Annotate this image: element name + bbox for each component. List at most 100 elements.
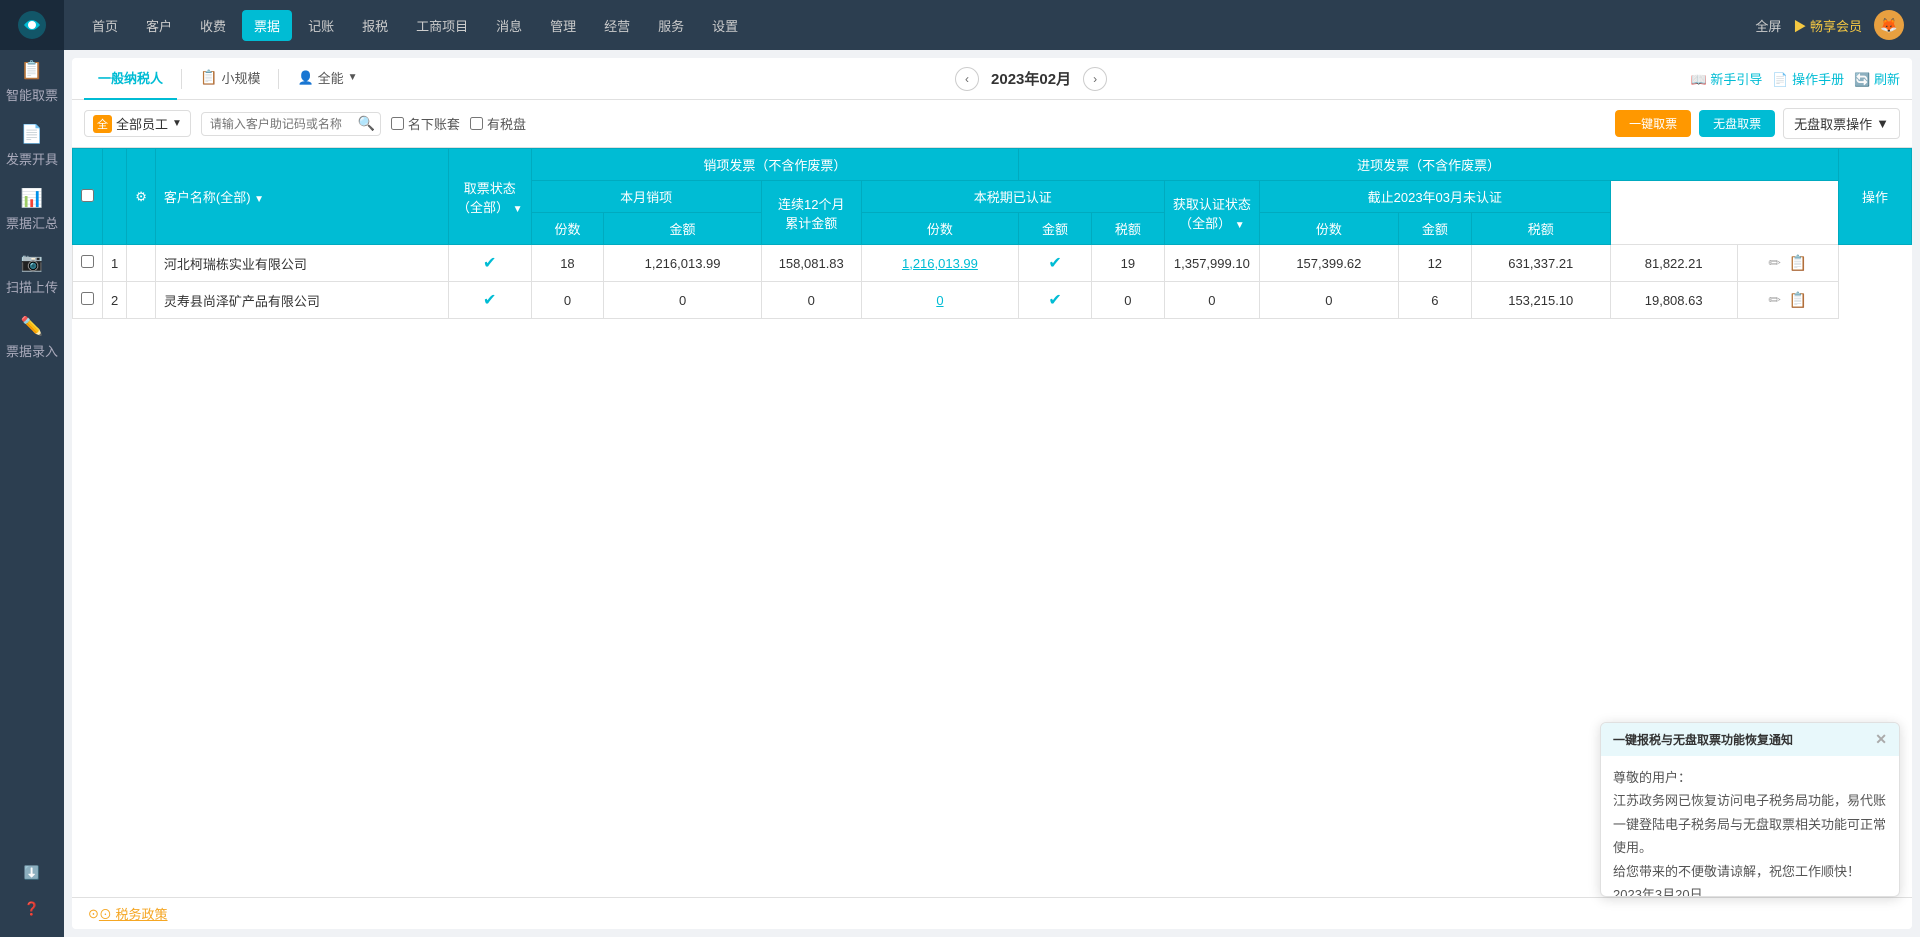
- employee-tag: 全: [93, 115, 112, 133]
- no-disk-fetch-button[interactable]: 无盘取票: [1699, 110, 1775, 137]
- tab-general[interactable]: 一般纳税人: [84, 58, 177, 100]
- new-guide-link[interactable]: 📖 新手引导: [1691, 69, 1763, 88]
- nav-revenue[interactable]: 收费: [188, 10, 238, 41]
- th-checkbox: [73, 149, 103, 245]
- nav-operation[interactable]: 经营: [592, 10, 642, 41]
- all-icon: 👤: [297, 70, 313, 86]
- nav-service[interactable]: 服务: [646, 10, 696, 41]
- th-action: 操作: [1839, 149, 1912, 245]
- sidebar-item-download[interactable]: ⬇️: [0, 855, 64, 891]
- fetch-filter-icon: ▼: [513, 204, 523, 215]
- account-checkbox-label[interactable]: 名下账套: [391, 114, 460, 133]
- row2-fetch-check-icon: ✔: [483, 292, 496, 309]
- ops-chevron-icon: ▼: [1876, 116, 1889, 131]
- smart-fetch-icon: 📋: [21, 60, 43, 81]
- row1-sales-amount: 1,216,013.99: [604, 245, 761, 282]
- notification-title: 一键报税与无盘取票功能恢复通知: [1613, 731, 1793, 748]
- row2-accum12[interactable]: 0: [861, 282, 1018, 319]
- sidebar-item-help[interactable]: ❓: [0, 891, 64, 927]
- next-period-button[interactable]: ›: [1083, 67, 1107, 91]
- th-unverify-amount: 金额: [1398, 213, 1471, 245]
- issue-invoice-icon: 📄: [21, 124, 43, 145]
- row2-fetch-status: ✔: [448, 282, 531, 319]
- search-wrap: 🔍: [201, 112, 381, 136]
- bottom-bar[interactable]: ⊙ ⊙ 税务政策: [72, 897, 1912, 929]
- row2-checkbox[interactable]: [73, 282, 103, 319]
- no-disk-ops-button[interactable]: 无盘取票操作 ▼: [1783, 108, 1900, 139]
- tab-all[interactable]: 👤 全能 ▼: [283, 58, 371, 100]
- fullscreen-btn[interactable]: 全屏: [1755, 16, 1781, 35]
- tab-small[interactable]: 📋 小规模: [186, 58, 274, 100]
- row2-unverify-count: 6: [1398, 282, 1471, 319]
- row2-unverify-tax: 19,808.63: [1610, 282, 1737, 319]
- tax-policy-icon: ⊙: [88, 906, 99, 922]
- row2-verify-status: ✔: [1019, 282, 1092, 319]
- tax-policy-link[interactable]: ⊙ 税务政策: [99, 904, 168, 923]
- row1-name: 河北柯瑞栋实业有限公司: [155, 245, 448, 282]
- row1-accum12[interactable]: 1,216,013.99: [861, 245, 1018, 282]
- refresh-icon: 🔄: [1854, 72, 1870, 87]
- nav-tax[interactable]: 报税: [350, 10, 400, 41]
- tab-bar-center: ‹ 2023年02月 ›: [372, 67, 1691, 91]
- member-btn[interactable]: ▶ 畅享会员: [1793, 16, 1862, 35]
- row1-sales-tax: 158,081.83: [761, 245, 861, 282]
- nav-client[interactable]: 客户: [134, 10, 184, 41]
- nav-settings[interactable]: 设置: [700, 10, 750, 41]
- row2-purchase-tax: 0: [1259, 282, 1398, 319]
- tax-disk-checkbox[interactable]: [470, 117, 483, 130]
- search-input[interactable]: [201, 112, 381, 136]
- nav-home[interactable]: 首页: [80, 10, 130, 41]
- th-client-name[interactable]: 客户名称(全部) ▼: [155, 149, 448, 245]
- th-verify-status: 获取认证状态（全部） ▼: [1164, 181, 1259, 245]
- th-unverify-count: 份数: [1259, 213, 1398, 245]
- account-checkbox[interactable]: [391, 117, 404, 130]
- small-icon: 📋: [200, 69, 217, 86]
- row1-detail-icon[interactable]: 📋: [1789, 255, 1808, 272]
- search-button[interactable]: 🔍: [357, 115, 374, 132]
- avatar[interactable]: 🦊: [1874, 10, 1904, 40]
- notification-header: 一键报税与无盘取票功能恢复通知 ✕: [1601, 723, 1899, 756]
- row2-num: 2: [103, 282, 127, 319]
- help-icon: ❓: [24, 901, 40, 917]
- row2-icon: [127, 282, 156, 319]
- sidebar-item-scan-upload[interactable]: 📷 扫描上传: [0, 242, 64, 306]
- employee-select[interactable]: 全 全部员工 ▼: [84, 110, 191, 137]
- row2-edit-icon[interactable]: ✏: [1768, 292, 1781, 309]
- row2-action: ✏ 📋: [1737, 282, 1838, 319]
- th-sales-group: 销项发票（不含作废票）: [531, 149, 1019, 181]
- th-purchase-amount: 金额: [1019, 213, 1092, 245]
- select-all-checkbox[interactable]: [81, 189, 94, 202]
- nav-manage[interactable]: 管理: [538, 10, 588, 41]
- nav-business[interactable]: 工商项目: [404, 10, 480, 41]
- notification-close-button[interactable]: ✕: [1875, 731, 1887, 748]
- th-till-march: 截止2023年03月未认证: [1259, 181, 1610, 213]
- row1-purchase-count: 19: [1091, 245, 1164, 282]
- sidebar-item-smart-fetch[interactable]: 📋 智能取票: [0, 50, 64, 114]
- prev-period-button[interactable]: ‹: [955, 67, 979, 91]
- nav-message[interactable]: 消息: [484, 10, 534, 41]
- sidebar-item-invoice-summary[interactable]: 📊 票据汇总: [0, 178, 64, 242]
- row2-detail-icon[interactable]: 📋: [1789, 292, 1808, 309]
- filter-bar: 全 全部员工 ▼ 🔍 名下账套 有税盘 一键取票: [72, 100, 1912, 148]
- one-click-fetch-button[interactable]: 一键取票: [1615, 110, 1691, 137]
- row2-name: 灵寿县尚泽矿产品有限公司: [155, 282, 448, 319]
- row1-checkbox[interactable]: [73, 245, 103, 282]
- tax-disk-checkbox-label[interactable]: 有税盘: [470, 114, 526, 133]
- manual-icon: 📄: [1772, 72, 1788, 87]
- settings-icon[interactable]: ⚙: [135, 189, 147, 204]
- invoice-summary-icon: 📊: [21, 188, 43, 209]
- nav-invoice[interactable]: 票据: [242, 10, 292, 41]
- sidebar-item-data-entry[interactable]: ✏️ 票据录入: [0, 306, 64, 370]
- notification-body: 尊敬的用户： 江苏政务网已恢复访问电子税务局功能，易代账一键登陆电子税务局与无盘…: [1601, 756, 1899, 896]
- nav-accounting[interactable]: 记账: [296, 10, 346, 41]
- row2-purchase-count: 0: [1091, 282, 1164, 319]
- tab-bar-right: 📖 新手引导 📄 操作手册 🔄 刷新: [1691, 69, 1900, 88]
- th-fetch-status[interactable]: 取票状态（全部） ▼: [448, 149, 531, 245]
- manual-link[interactable]: 📄 操作手册: [1772, 69, 1844, 88]
- table-row: 1 河北柯瑞栋实业有限公司 ✔ 18 1,216,013.99 158,081.…: [73, 245, 1912, 282]
- logo[interactable]: [0, 0, 64, 50]
- sidebar-item-issue-invoice[interactable]: 📄 发票开具: [0, 114, 64, 178]
- th-sales-count: 份数: [531, 213, 604, 245]
- row1-edit-icon[interactable]: ✏: [1768, 255, 1781, 272]
- refresh-link[interactable]: 🔄 刷新: [1854, 69, 1900, 88]
